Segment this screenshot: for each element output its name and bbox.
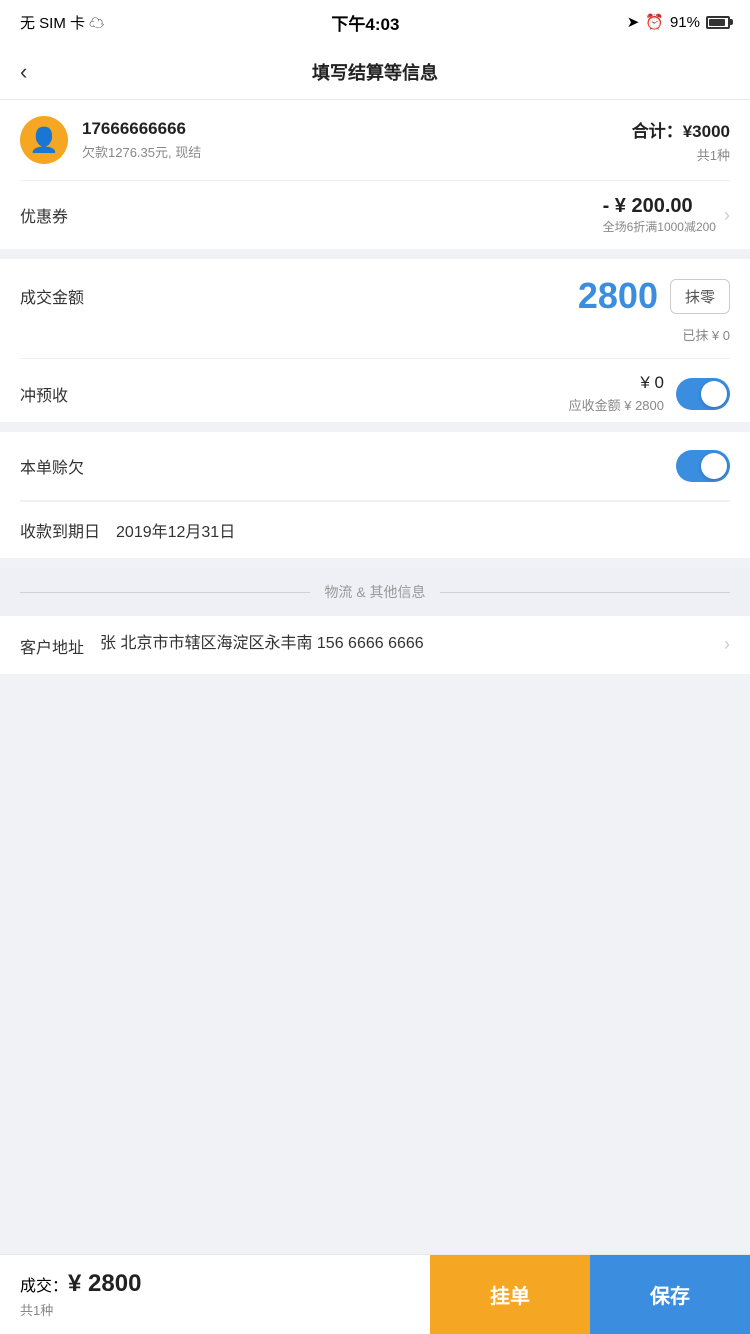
coupon-sub-text: 全场6折满1000减200	[603, 218, 716, 235]
prepay-amount: ¥ 0	[569, 373, 664, 393]
prepay-amount-block: ¥ 0 应收金额 ¥ 2800	[569, 373, 664, 414]
coupon-row[interactable]: 优惠券 - ¥ 200.00 全场6折满1000减200 ›	[20, 180, 730, 249]
deal-section: 成交金额 2800 抹零 已抹 ¥ 0 冲预收 ¥ 0 应收金额 ¥ 2800	[0, 259, 750, 422]
chevron-right-icon: ›	[724, 205, 730, 226]
bottom-deal-amount: ¥ 2800	[68, 1270, 141, 1297]
sim-label: 无 SIM 卡 ☁	[20, 12, 104, 33]
logistics-divider: 物流 & 其他信息	[0, 568, 750, 616]
address-value: 张 北京市市辖区海淀区永丰南 156 6666 6666	[100, 632, 724, 656]
deal-amount: 2800	[578, 275, 658, 317]
debt-label: 本单赊欠	[20, 454, 676, 478]
user-info-section: 👤 17666666666 欠款1276.35元, 现结 合计：¥3000 共1…	[0, 100, 750, 249]
divider-line-left	[20, 592, 310, 593]
back-button[interactable]: ‹	[20, 59, 27, 85]
user-sub-text: 欠款1276.35元, 现结	[82, 142, 632, 161]
page-title: 填写结算等信息	[312, 59, 438, 85]
debt-toggle[interactable]	[676, 450, 730, 482]
total-amount: 合计：¥3000	[632, 117, 730, 142]
bottom-bar: 成交：¥ 2800 共1种 挂单 保存	[0, 1254, 750, 1334]
bottom-deal-text: 成交：	[20, 1278, 68, 1295]
battery-icon	[706, 16, 730, 29]
bottom-count: 共1种	[20, 1300, 410, 1319]
user-total: 合计：¥3000 共1种	[632, 117, 730, 164]
coupon-label: 优惠券	[20, 203, 603, 227]
gray-area	[0, 684, 750, 864]
address-row[interactable]: 客户地址 张 北京市市辖区海淀区永丰南 156 6666 6666 ›	[20, 616, 730, 674]
alarm-icon: ⏰	[645, 13, 664, 31]
divider-text: 物流 & 其他信息	[324, 582, 425, 602]
debt-row: 本单赊欠	[20, 432, 730, 500]
address-section: 客户地址 张 北京市市辖区海淀区永丰南 156 6666 6666 ›	[0, 616, 750, 674]
status-bar: 无 SIM 卡 ☁ 下午4:03 ➤ ⏰ 91%	[0, 0, 750, 44]
round-button[interactable]: 抹零	[670, 279, 730, 314]
prepay-label: 冲预收	[20, 382, 569, 406]
coupon-right: - ¥ 200.00 全场6折满1000减200 ›	[603, 195, 730, 235]
address-label: 客户地址	[20, 632, 84, 658]
location-icon: ➤	[627, 13, 640, 31]
prepay-row: 冲预收 ¥ 0 应收金额 ¥ 2800	[20, 359, 730, 422]
address-chevron-icon: ›	[724, 632, 730, 655]
prepay-right: ¥ 0 应收金额 ¥ 2800	[569, 373, 730, 414]
deal-right: 2800 抹零	[578, 275, 730, 317]
avatar: 👤	[20, 116, 68, 164]
prepay-toggle[interactable]	[676, 378, 730, 410]
due-label: 收款到期日	[20, 518, 100, 542]
coupon-discount: - ¥ 200.00	[603, 195, 716, 218]
save-button[interactable]: 保存	[590, 1255, 750, 1334]
deal-row: 成交金额 2800 抹零	[20, 259, 730, 325]
due-date-value: 2019年12月31日	[116, 518, 235, 542]
battery-label: 91%	[670, 14, 700, 31]
total-count: 共1种	[632, 145, 730, 164]
nav-bar: ‹ 填写结算等信息	[0, 44, 750, 100]
hang-button[interactable]: 挂单	[430, 1255, 590, 1334]
deal-sub-text: 已抹 ¥ 0	[20, 325, 730, 358]
status-time: 下午4:03	[331, 10, 399, 35]
bottom-deal-label: 成交：¥ 2800	[20, 1270, 410, 1298]
due-date-row: 收款到期日 2019年12月31日	[20, 501, 730, 558]
debt-section: 本单赊欠 收款到期日 2019年12月31日	[0, 432, 750, 558]
status-left: 无 SIM 卡 ☁	[20, 12, 104, 33]
divider-line-right	[440, 592, 730, 593]
deal-label: 成交金额	[20, 284, 578, 308]
user-info: 17666666666 欠款1276.35元, 现结	[82, 119, 632, 161]
prepay-receivable: 应收金额 ¥ 2800	[569, 395, 664, 414]
bottom-summary: 成交：¥ 2800 共1种	[0, 1270, 430, 1319]
user-phone: 17666666666	[82, 119, 632, 139]
avatar-icon: 👤	[29, 126, 59, 155]
user-row: 👤 17666666666 欠款1276.35元, 现结 合计：¥3000 共1…	[20, 100, 730, 180]
status-right: ➤ ⏰ 91%	[627, 13, 730, 31]
